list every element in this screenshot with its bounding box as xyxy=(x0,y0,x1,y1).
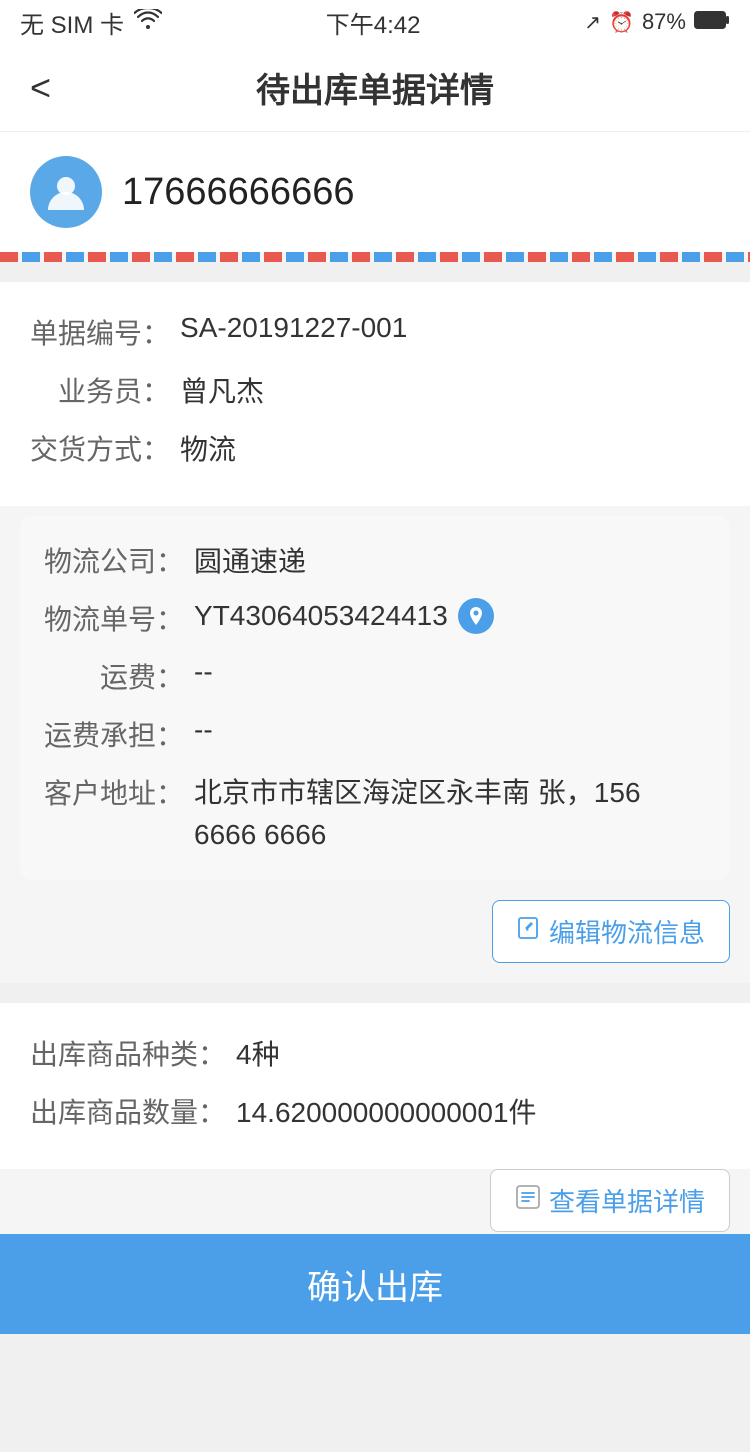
delivery-row: 交货方式： 物流 xyxy=(30,428,720,468)
logistics-box: 物流公司： 圆通速递 物流单号： YT43064053424413 运费： --… xyxy=(20,516,730,880)
document-number-value: SA-20191227-001 xyxy=(170,312,720,344)
goods-quantity-row: 出库商品数量： 14.620000000000001件 xyxy=(30,1091,720,1131)
battery-icon xyxy=(694,9,730,35)
freight-bearer-label: 运费承担： xyxy=(44,714,184,754)
goods-quantity-value: 14.620000000000001件 xyxy=(226,1091,720,1131)
freight-bearer-row: 运费承担： -- xyxy=(44,714,706,754)
alarm-icon: ⏰ xyxy=(609,10,634,35)
nav-bar: < 待出库单据详情 xyxy=(0,44,750,132)
back-button[interactable]: < xyxy=(30,67,51,109)
battery-text: 87% xyxy=(642,9,686,35)
avatar xyxy=(30,156,102,228)
location-status-icon: ↗ xyxy=(584,10,601,35)
edit-logistics-button[interactable]: 编辑物流信息 xyxy=(492,900,730,963)
salesperson-value: 曾凡杰 xyxy=(170,370,720,410)
view-detail-button[interactable]: 查看单据详情 xyxy=(490,1169,730,1232)
salesperson-row: 业务员： 曾凡杰 xyxy=(30,370,720,410)
delivery-value: 物流 xyxy=(170,428,720,468)
edit-btn-row: 编辑物流信息 xyxy=(0,900,750,983)
detail-icon xyxy=(515,1184,541,1217)
address-label: 客户地址： xyxy=(44,772,184,812)
section-gap-1 xyxy=(0,262,750,282)
address-row: 客户地址： 北京市市辖区海淀区永丰南 张，156 6666 6666 xyxy=(44,772,706,856)
logistics-company-row: 物流公司： 圆通速递 xyxy=(44,540,706,580)
delivery-label: 交货方式： xyxy=(30,428,170,468)
document-number-label: 单据编号： xyxy=(30,312,170,352)
logistics-company-label: 物流公司： xyxy=(44,540,184,580)
page-title: 待出库单据详情 xyxy=(256,63,494,112)
edit-logistics-label: 编辑物流信息 xyxy=(549,913,705,950)
customer-phone: 17666666666 xyxy=(122,171,354,214)
document-info-section: 单据编号： SA-20191227-001 业务员： 曾凡杰 交货方式： 物流 xyxy=(0,282,750,506)
goods-section: 出库商品种类： 4种 出库商品数量： 14.620000000000001件 xyxy=(0,1003,750,1169)
address-value: 北京市市辖区海淀区永丰南 张，156 6666 6666 xyxy=(184,772,706,856)
dashed-separator xyxy=(0,252,750,262)
confirm-bar[interactable]: 确认出库 xyxy=(0,1234,750,1334)
freight-row: 运费： -- xyxy=(44,656,706,696)
status-time: 下午4:42 xyxy=(326,5,421,40)
goods-type-label: 出库商品种类： xyxy=(30,1033,226,1073)
status-bar: 无 SIM 卡 下午4:42 ↗ ⏰ 87% xyxy=(0,0,750,44)
location-icon[interactable] xyxy=(458,598,494,634)
status-right: ↗ ⏰ 87% xyxy=(584,9,730,35)
document-number-row: 单据编号： SA-20191227-001 xyxy=(30,312,720,352)
salesperson-label: 业务员： xyxy=(30,370,170,410)
status-left: 无 SIM 卡 xyxy=(20,5,162,40)
view-detail-label: 查看单据详情 xyxy=(549,1182,705,1219)
logistics-tracking-label: 物流单号： xyxy=(44,598,184,638)
confirm-button-text: 确认出库 xyxy=(307,1260,443,1309)
customer-header: 17666666666 xyxy=(0,132,750,252)
freight-bearer-value: -- xyxy=(184,714,706,746)
goods-quantity-label: 出库商品数量： xyxy=(30,1091,226,1131)
goods-type-row: 出库商品种类： 4种 xyxy=(30,1033,720,1073)
logistics-company-value: 圆通速递 xyxy=(184,540,706,580)
logistics-tracking-row: 物流单号： YT43064053424413 xyxy=(44,598,706,638)
freight-value: -- xyxy=(184,656,706,688)
carrier-text: 无 SIM 卡 xyxy=(20,5,124,40)
freight-label: 运费： xyxy=(44,656,184,696)
section-gap-2 xyxy=(0,983,750,1003)
wifi-icon xyxy=(134,8,162,36)
edit-icon xyxy=(517,916,541,947)
goods-type-value: 4种 xyxy=(226,1033,720,1073)
logistics-tracking-value: YT43064053424413 xyxy=(184,598,706,634)
